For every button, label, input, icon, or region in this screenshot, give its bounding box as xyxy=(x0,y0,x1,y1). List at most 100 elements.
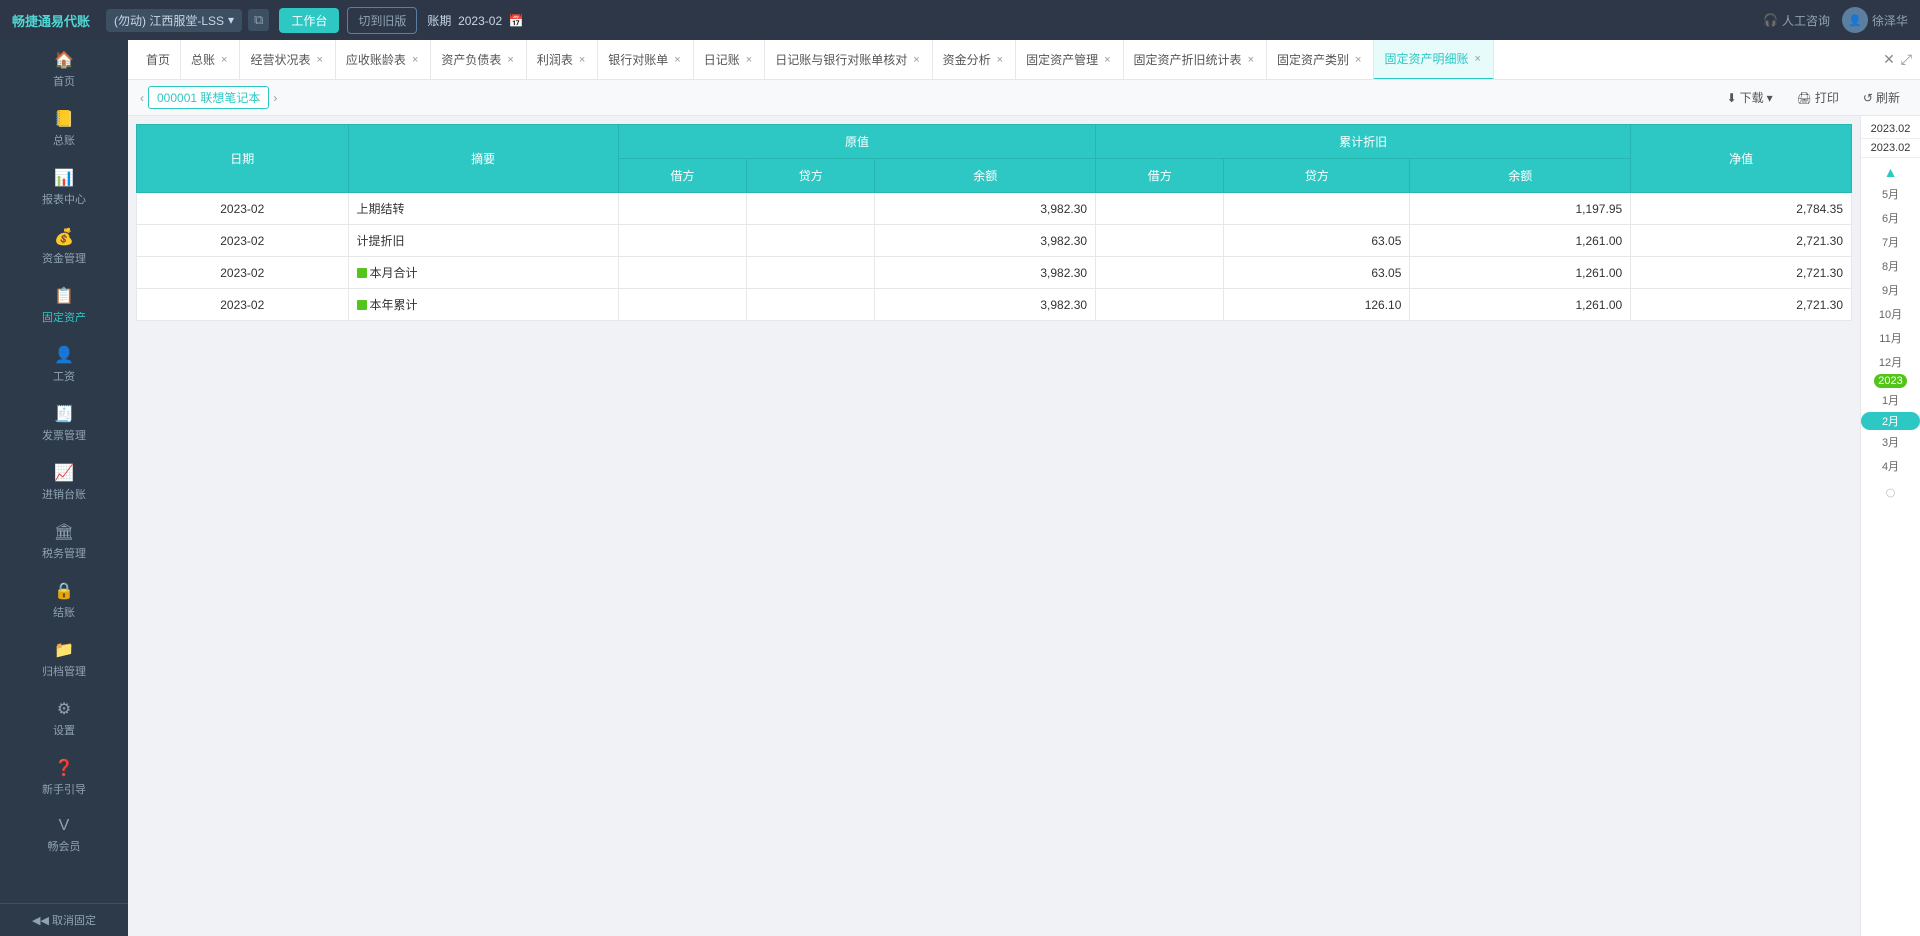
tab-label-bank-statement: 银行对账单 xyxy=(608,51,668,68)
avatar-icon: 👤 xyxy=(1848,14,1862,27)
tab-fa-management[interactable]: 固定资产管理 × xyxy=(1016,40,1123,80)
tab-close-income-statement[interactable]: × xyxy=(577,53,587,67)
tab-fa-detail[interactable]: 固定资产明细账 × xyxy=(1374,40,1493,80)
next-arrow[interactable]: › xyxy=(273,91,277,105)
switch-version-button[interactable]: 切到旧版 xyxy=(347,7,417,34)
user-menu[interactable]: 👤 徐泽华 xyxy=(1842,7,1908,33)
tab-label-home: 首页 xyxy=(146,51,170,68)
month-dec[interactable]: 12月 xyxy=(1861,350,1920,374)
month-sep[interactable]: 9月 xyxy=(1861,278,1920,302)
sidebar-item-reports[interactable]: 📊 报表中心 xyxy=(0,158,128,217)
tab-income-statement[interactable]: 利润表 × xyxy=(527,40,598,80)
tab-close-journal[interactable]: × xyxy=(744,53,754,67)
pin-icon: ◀◀ xyxy=(32,914,49,927)
year-label-2023: 2023 xyxy=(1874,374,1906,388)
tab-ledger[interactable]: 总账 × xyxy=(181,40,240,80)
sidebar-label-funds: 资金管理 xyxy=(42,250,86,266)
chevron-down-icon: ▾ xyxy=(228,13,234,27)
month-feb[interactable]: 2月 xyxy=(1861,412,1920,430)
sidebar-label-archive: 归档管理 xyxy=(42,663,86,679)
scroll-up-button[interactable]: ▲ xyxy=(1882,162,1900,182)
month-apr[interactable]: 4月 xyxy=(1861,454,1920,478)
table-row: 2023-02 上期结转 3,982.30 1,197.95 2,784.35 xyxy=(137,193,1852,225)
sidebar-item-settings[interactable]: ⚙ 设置 xyxy=(0,689,128,748)
month-mar[interactable]: 3月 xyxy=(1861,430,1920,454)
tag-icon xyxy=(357,300,367,310)
tab-close-ar-aging[interactable]: × xyxy=(410,53,420,67)
sidebar-item-funds[interactable]: 💰 资金管理 xyxy=(0,217,128,276)
cell-net-value: 2,721.30 xyxy=(1631,225,1852,257)
sales-icon: 📈 xyxy=(54,463,74,483)
refresh-button[interactable]: ↺ 刷新 xyxy=(1855,86,1908,109)
month-may[interactable]: 5月 xyxy=(1861,182,1920,206)
cell-summary: 本月合计 xyxy=(348,257,618,289)
tab-close-ledger[interactable]: × xyxy=(219,53,229,67)
month-jul[interactable]: 7月 xyxy=(1861,230,1920,254)
chevron-icon: ▾ xyxy=(1767,91,1773,105)
sidebar-item-close[interactable]: 🔒 结账 xyxy=(0,571,128,630)
sidebar-item-payroll[interactable]: 👤 工资 xyxy=(0,335,128,394)
cell-summary: 本年累计 xyxy=(348,289,618,321)
company-selector[interactable]: (勿动) 江西服堂-LSS ▾ xyxy=(106,9,242,32)
cancel-fixed-button[interactable]: ◀◀ 取消固定 xyxy=(0,904,128,936)
sidebar-item-home[interactable]: 🏠 首页 xyxy=(0,40,128,99)
print-button[interactable]: 🖨 打印 xyxy=(1789,86,1847,109)
prev-arrow[interactable]: ‹ xyxy=(140,91,144,105)
tab-close-business-status[interactable]: × xyxy=(314,53,324,67)
download-icon: ⬇ xyxy=(1727,91,1737,105)
tab-reconcile[interactable]: 日记账与银行对账单核对 × xyxy=(765,40,932,80)
month-jun[interactable]: 6月 xyxy=(1861,206,1920,230)
th-date: 日期 xyxy=(137,125,349,193)
tab-balance-sheet[interactable]: 资产负债表 × xyxy=(431,40,526,80)
sidebar-label-ledger: 总账 xyxy=(53,132,75,148)
tab-close-fa-depreciation[interactable]: × xyxy=(1246,53,1256,67)
cell-acc-credit: 63.05 xyxy=(1224,225,1410,257)
close-all-icon[interactable]: ✕ xyxy=(1883,51,1895,68)
sidebar-item-member[interactable]: V 畅会员 xyxy=(0,807,128,864)
tab-close-fund-analysis[interactable]: × xyxy=(995,53,1005,67)
sidebar-item-fixed-assets[interactable]: 📋 固定资产 xyxy=(0,276,128,335)
tab-journal[interactable]: 日记账 × xyxy=(694,40,765,80)
tab-close-balance-sheet[interactable]: × xyxy=(505,53,515,67)
ledger-icon: 📒 xyxy=(54,109,74,129)
cell-net-value: 2,784.35 xyxy=(1631,193,1852,225)
sidebar-item-tax[interactable]: 🏛 税务管理 xyxy=(0,512,128,571)
month-oct[interactable]: 10月 xyxy=(1861,302,1920,326)
invoice-icon: 🧾 xyxy=(54,404,74,424)
download-button[interactable]: ⬇ 下载 ▾ xyxy=(1719,86,1781,109)
tab-fa-depreciation[interactable]: 固定资产折旧统计表 × xyxy=(1124,40,1267,80)
cell-orig-debit xyxy=(618,225,746,257)
tab-close-fa-category[interactable]: × xyxy=(1353,53,1363,67)
sidebar-label-guide: 新手引导 xyxy=(42,781,86,797)
sidebar-item-invoice[interactable]: 🧾 发票管理 xyxy=(0,394,128,453)
breadcrumb-item-current[interactable]: 000001 联想笔记本 xyxy=(148,86,269,109)
tab-fund-analysis[interactable]: 资金分析 × xyxy=(933,40,1016,80)
sidebar-item-ledger[interactable]: 📒 总账 xyxy=(0,99,128,158)
tab-bar: 首页 总账 × 经营状况表 × 应收账龄表 × 资产负债表 × xyxy=(128,40,1920,80)
copy-button[interactable]: ⧉ xyxy=(248,9,269,31)
tab-fa-category[interactable]: 固定资产类别 × xyxy=(1267,40,1374,80)
sidebar-item-guide[interactable]: ❓ 新手引导 xyxy=(0,748,128,807)
tab-home[interactable]: 首页 xyxy=(136,40,181,80)
tab-ar-aging[interactable]: 应收账龄表 × xyxy=(336,40,431,80)
sidebar-item-sales[interactable]: 📈 进销台账 xyxy=(0,453,128,512)
sidebar-item-archive[interactable]: 📁 归档管理 xyxy=(0,630,128,689)
tab-close-bank-statement[interactable]: × xyxy=(672,53,682,67)
tab-close-fa-detail[interactable]: × xyxy=(1472,52,1482,66)
close-period-icon: 🔒 xyxy=(54,581,74,601)
tab-close-fa-management[interactable]: × xyxy=(1102,53,1112,67)
sidebar-label-close: 结账 xyxy=(53,604,75,620)
month-aug[interactable]: 8月 xyxy=(1861,254,1920,278)
month-nov[interactable]: 11月 xyxy=(1861,326,1920,350)
cell-orig-credit xyxy=(747,193,875,225)
workbench-button[interactable]: 工作台 xyxy=(279,8,339,33)
tab-bank-statement[interactable]: 银行对账单 × xyxy=(598,40,693,80)
tab-close-reconcile[interactable]: × xyxy=(911,53,921,67)
cell-orig-balance: 3,982.30 xyxy=(875,257,1096,289)
calendar-icon[interactable]: 📅 xyxy=(509,14,524,28)
cell-orig-balance: 3,982.30 xyxy=(875,193,1096,225)
maximize-icon[interactable]: ⤢ xyxy=(1901,51,1912,68)
tab-business-status[interactable]: 经营状况表 × xyxy=(240,40,335,80)
month-jan[interactable]: 1月 xyxy=(1861,388,1920,412)
human-service-button[interactable]: 🎧 人工咨询 xyxy=(1763,12,1830,29)
